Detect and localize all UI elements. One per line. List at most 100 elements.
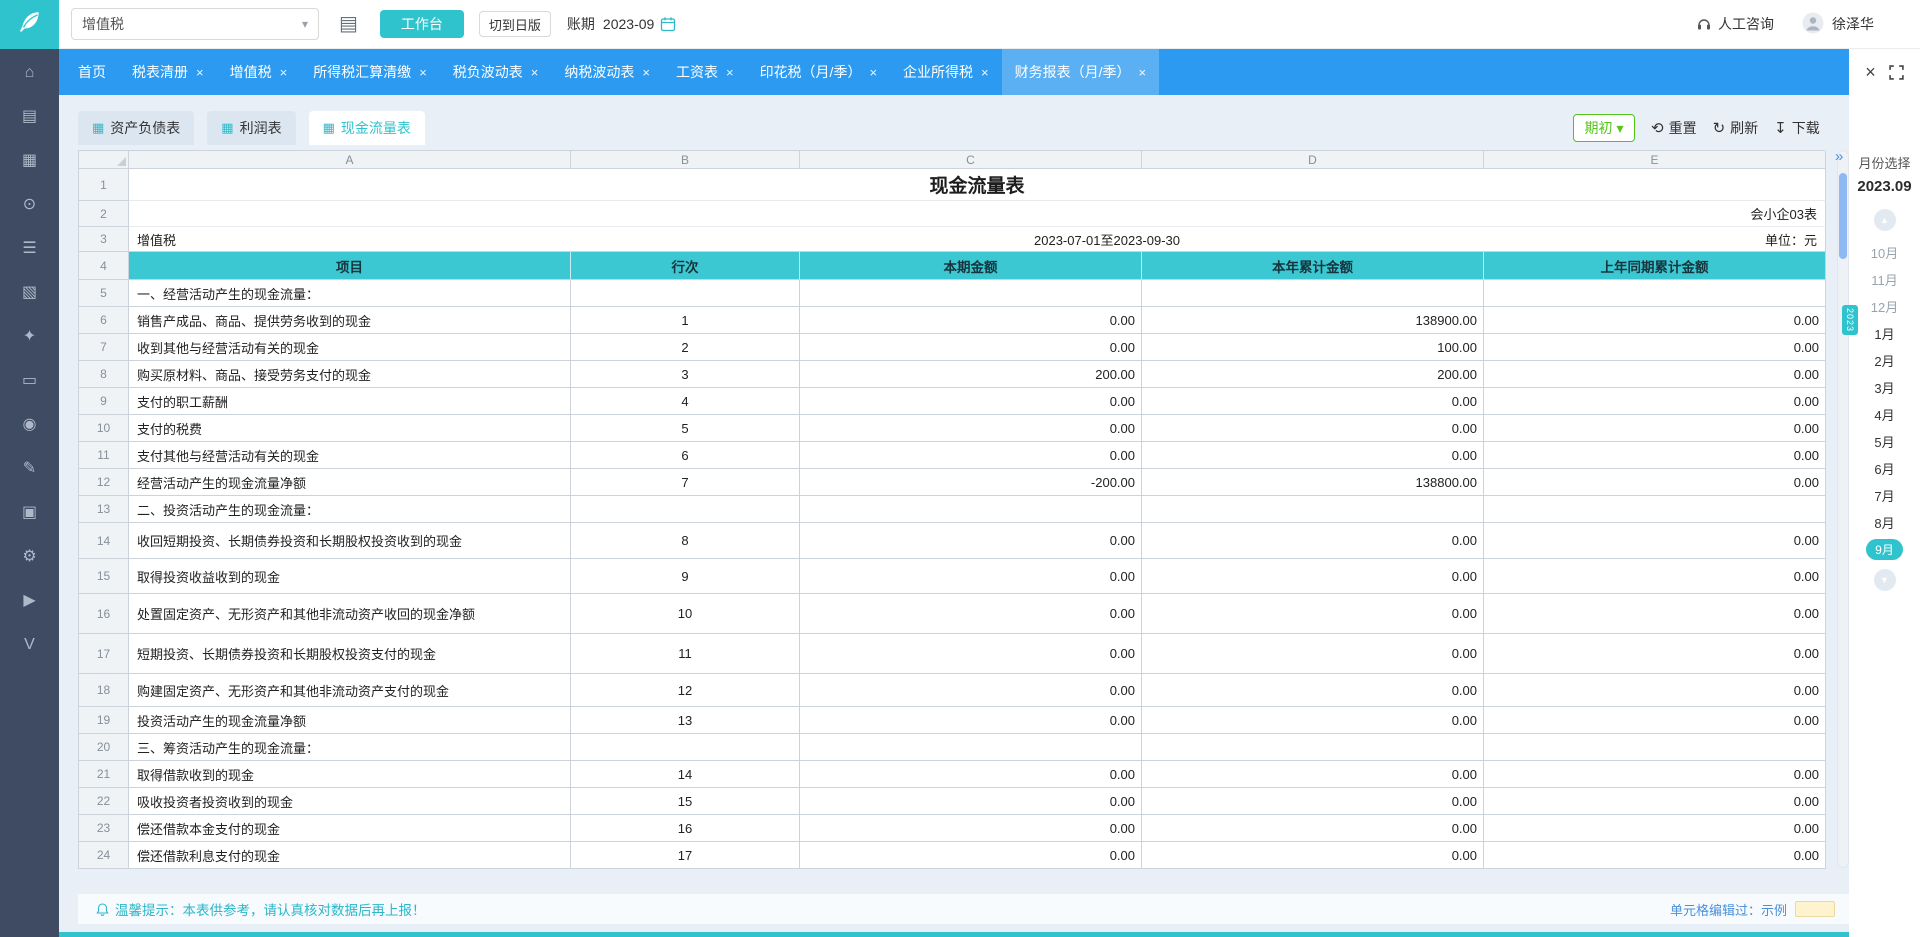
tab-close-icon[interactable]: × — [196, 65, 204, 80]
cell-line[interactable]: 2 — [571, 334, 800, 361]
tab-4[interactable]: 所得税汇算清缴 × — [300, 49, 440, 95]
bag-icon[interactable]: ▣ — [20, 503, 40, 523]
cell-current-amount[interactable]: 0.00 — [800, 674, 1142, 707]
month-item[interactable]: 12月 — [1849, 293, 1920, 320]
cell-line[interactable]: 15 — [571, 788, 800, 815]
cell-ytd-amount[interactable]: 0.00 — [1142, 788, 1484, 815]
column-header[interactable]: C — [800, 151, 1142, 169]
cell-prior-amount[interactable]: 0.00 — [1484, 442, 1826, 469]
calendar-icon[interactable] — [660, 16, 676, 32]
video-icon[interactable]: ▶ — [20, 591, 40, 611]
row-number[interactable]: 8 — [79, 361, 129, 388]
cell-item[interactable]: 投资活动产生的现金流量净额 — [129, 707, 571, 734]
cell-current-amount[interactable]: 0.00 — [800, 815, 1142, 842]
cell-line[interactable]: 1 — [571, 307, 800, 334]
cell-ytd-amount[interactable]: 0.00 — [1142, 594, 1484, 634]
cell-line[interactable] — [571, 496, 800, 523]
row-number[interactable]: 24 — [79, 842, 129, 869]
cell-current-amount[interactable]: 0.00 — [800, 559, 1142, 594]
row-number[interactable]: 11 — [79, 442, 129, 469]
card-icon[interactable]: ▭ — [20, 371, 40, 391]
cell-ytd-amount[interactable]: 0.00 — [1142, 674, 1484, 707]
report-select[interactable]: 增值税 ▾ — [71, 8, 319, 40]
month-item[interactable]: 5月 — [1849, 428, 1920, 455]
tab-3[interactable]: 增值税 × — [217, 49, 301, 95]
row-number[interactable]: 21 — [79, 761, 129, 788]
report-icon[interactable]: ▧ — [20, 283, 40, 303]
cell-prior-amount[interactable]: 0.00 — [1484, 674, 1826, 707]
cell-prior-amount[interactable]: 0.00 — [1484, 634, 1826, 674]
column-header[interactable]: B — [571, 151, 800, 169]
cell-ytd-amount[interactable]: 0.00 — [1142, 559, 1484, 594]
tab-close-icon[interactable]: × — [419, 65, 427, 80]
cell-item[interactable]: 支付其他与经营活动有关的现金 — [129, 442, 571, 469]
gift-icon[interactable]: ✦ — [20, 327, 40, 347]
cell-ytd-amount[interactable]: 0.00 — [1142, 815, 1484, 842]
cell-ytd-amount[interactable]: 0.00 — [1142, 761, 1484, 788]
tab-2[interactable]: 税表清册 × — [119, 49, 217, 95]
row-number[interactable]: 12 — [79, 469, 129, 496]
cell-line[interactable]: 7 — [571, 469, 800, 496]
cell-prior-amount[interactable]: 0.00 — [1484, 523, 1826, 559]
cell-item[interactable]: 处置固定资产、无形资产和其他非流动资产收回的现金净额 — [129, 594, 571, 634]
tab-5[interactable]: 税负波动表 × — [440, 49, 552, 95]
cell-item[interactable]: 短期投资、长期债券投资和长期股权投资支付的现金 — [129, 634, 571, 674]
cell-ytd-amount[interactable] — [1142, 734, 1484, 761]
cell-line[interactable] — [571, 734, 800, 761]
cell-ytd-amount[interactable]: 0.00 — [1142, 388, 1484, 415]
row-number[interactable]: 23 — [79, 815, 129, 842]
cell-ytd-amount[interactable]: 200.00 — [1142, 361, 1484, 388]
cell-current-amount[interactable] — [800, 496, 1142, 523]
cell-item[interactable]: 偿还借款本金支付的现金 — [129, 815, 571, 842]
cell-prior-amount[interactable]: 0.00 — [1484, 815, 1826, 842]
cell-prior-amount[interactable]: 0.00 — [1484, 559, 1826, 594]
cell-current-amount[interactable]: 0.00 — [800, 307, 1142, 334]
book-icon[interactable]: ☰ — [20, 239, 40, 259]
cell-item[interactable]: 收到其他与经营活动有关的现金 — [129, 334, 571, 361]
workbench-button[interactable]: 工作台 — [379, 10, 464, 38]
cell-line[interactable]: 6 — [571, 442, 800, 469]
month-item[interactable]: 11月 — [1849, 266, 1920, 293]
cell-prior-amount[interactable]: 0.00 — [1484, 334, 1826, 361]
subtab-3[interactable]: ▦ 现金流量表 — [308, 111, 425, 145]
home-icon[interactable]: ⌂ — [20, 63, 40, 83]
period-dropdown-button[interactable]: 期初 ▾ — [1573, 114, 1635, 142]
cell-line[interactable]: 4 — [571, 388, 800, 415]
month-item[interactable]: 2月 — [1849, 347, 1920, 374]
tab-close-icon[interactable]: × — [642, 65, 650, 80]
row-number[interactable]: 22 — [79, 788, 129, 815]
cell-ytd-amount[interactable]: 0.00 — [1142, 523, 1484, 559]
row-number[interactable]: 19 — [79, 707, 129, 734]
cell-current-amount[interactable]: 0.00 — [800, 334, 1142, 361]
gear-icon[interactable]: ⚙ — [20, 547, 40, 567]
scrollbar-thumb[interactable] — [1839, 173, 1847, 259]
cell-current-amount[interactable]: 0.00 — [800, 388, 1142, 415]
support-button[interactable]: 人工咨询 — [1696, 14, 1774, 34]
close-all-icon[interactable]: × — [1865, 63, 1876, 81]
row-number[interactable]: 2 — [79, 201, 129, 227]
cell-current-amount[interactable]: 200.00 — [800, 361, 1142, 388]
cell-line[interactable]: 12 — [571, 674, 800, 707]
cell-line[interactable]: 13 — [571, 707, 800, 734]
refresh-button[interactable]: ↻ 刷新 — [1713, 118, 1759, 138]
cell-prior-amount[interactable] — [1484, 280, 1826, 307]
select-all-corner[interactable] — [79, 151, 129, 169]
row-number[interactable]: 17 — [79, 634, 129, 674]
cell-current-amount[interactable]: 0.00 — [800, 594, 1142, 634]
tab-close-icon[interactable]: × — [869, 65, 877, 80]
tab-7[interactable]: 工资表 × — [663, 49, 747, 95]
row-number[interactable]: 7 — [79, 334, 129, 361]
row-number[interactable]: 3 — [79, 227, 129, 252]
cell-item[interactable]: 一、经营活动产生的现金流量： — [129, 280, 571, 307]
subtab-1[interactable]: ▦ 资产负债表 — [78, 111, 195, 145]
cell-prior-amount[interactable]: 0.00 — [1484, 307, 1826, 334]
month-item[interactable]: 4月 — [1849, 401, 1920, 428]
cell-line[interactable]: 5 — [571, 415, 800, 442]
cell-item[interactable]: 购买原材料、商品、接受劳务支付的现金 — [129, 361, 571, 388]
cell-current-amount[interactable]: -200.00 — [800, 469, 1142, 496]
row-number[interactable]: 10 — [79, 415, 129, 442]
cell-ytd-amount[interactable]: 100.00 — [1142, 334, 1484, 361]
cell-item[interactable]: 取得投资收益收到的现金 — [129, 559, 571, 594]
cell-line[interactable]: 16 — [571, 815, 800, 842]
month-item[interactable]: 6月 — [1849, 455, 1920, 482]
